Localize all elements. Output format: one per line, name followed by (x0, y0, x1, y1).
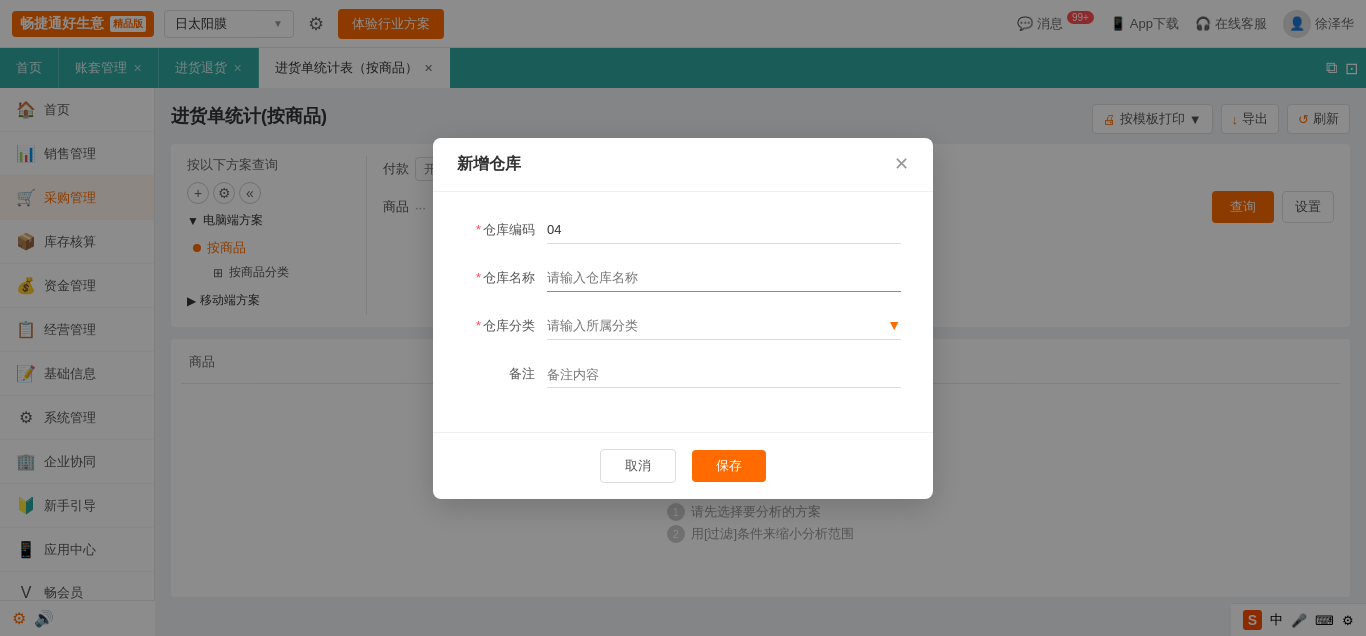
modal-body: 仓库编码 仓库名称 仓库分类 ▼ 备注 (433, 192, 933, 432)
form-label-name: 仓库名称 (465, 269, 535, 287)
save-button[interactable]: 保存 (692, 450, 766, 482)
form-row-code: 仓库编码 (465, 216, 901, 244)
modal-header: 新增仓库 ✕ (433, 138, 933, 192)
form-select-category[interactable] (547, 312, 887, 339)
form-textarea-remark[interactable] (547, 360, 901, 388)
form-label-category: 仓库分类 (465, 317, 535, 335)
modal-overlay: 新增仓库 ✕ 仓库编码 仓库名称 仓库分类 ▼ (0, 0, 1366, 636)
form-label-code: 仓库编码 (465, 221, 535, 239)
form-row-category: 仓库分类 ▼ (465, 312, 901, 340)
modal-footer: 取消 保存 (433, 432, 933, 499)
category-dropdown-icon[interactable]: ▼ (887, 317, 901, 333)
form-row-name: 仓库名称 (465, 264, 901, 292)
form-input-name[interactable] (547, 264, 901, 292)
form-select-category-wrapper: ▼ (547, 312, 901, 340)
add-warehouse-modal: 新增仓库 ✕ 仓库编码 仓库名称 仓库分类 ▼ (433, 138, 933, 499)
form-row-remark: 备注 (465, 360, 901, 388)
form-label-remark: 备注 (465, 365, 535, 383)
form-input-code[interactable] (547, 216, 901, 244)
modal-close-button[interactable]: ✕ (894, 155, 909, 173)
modal-title: 新增仓库 (457, 154, 521, 175)
cancel-button[interactable]: 取消 (600, 449, 676, 483)
